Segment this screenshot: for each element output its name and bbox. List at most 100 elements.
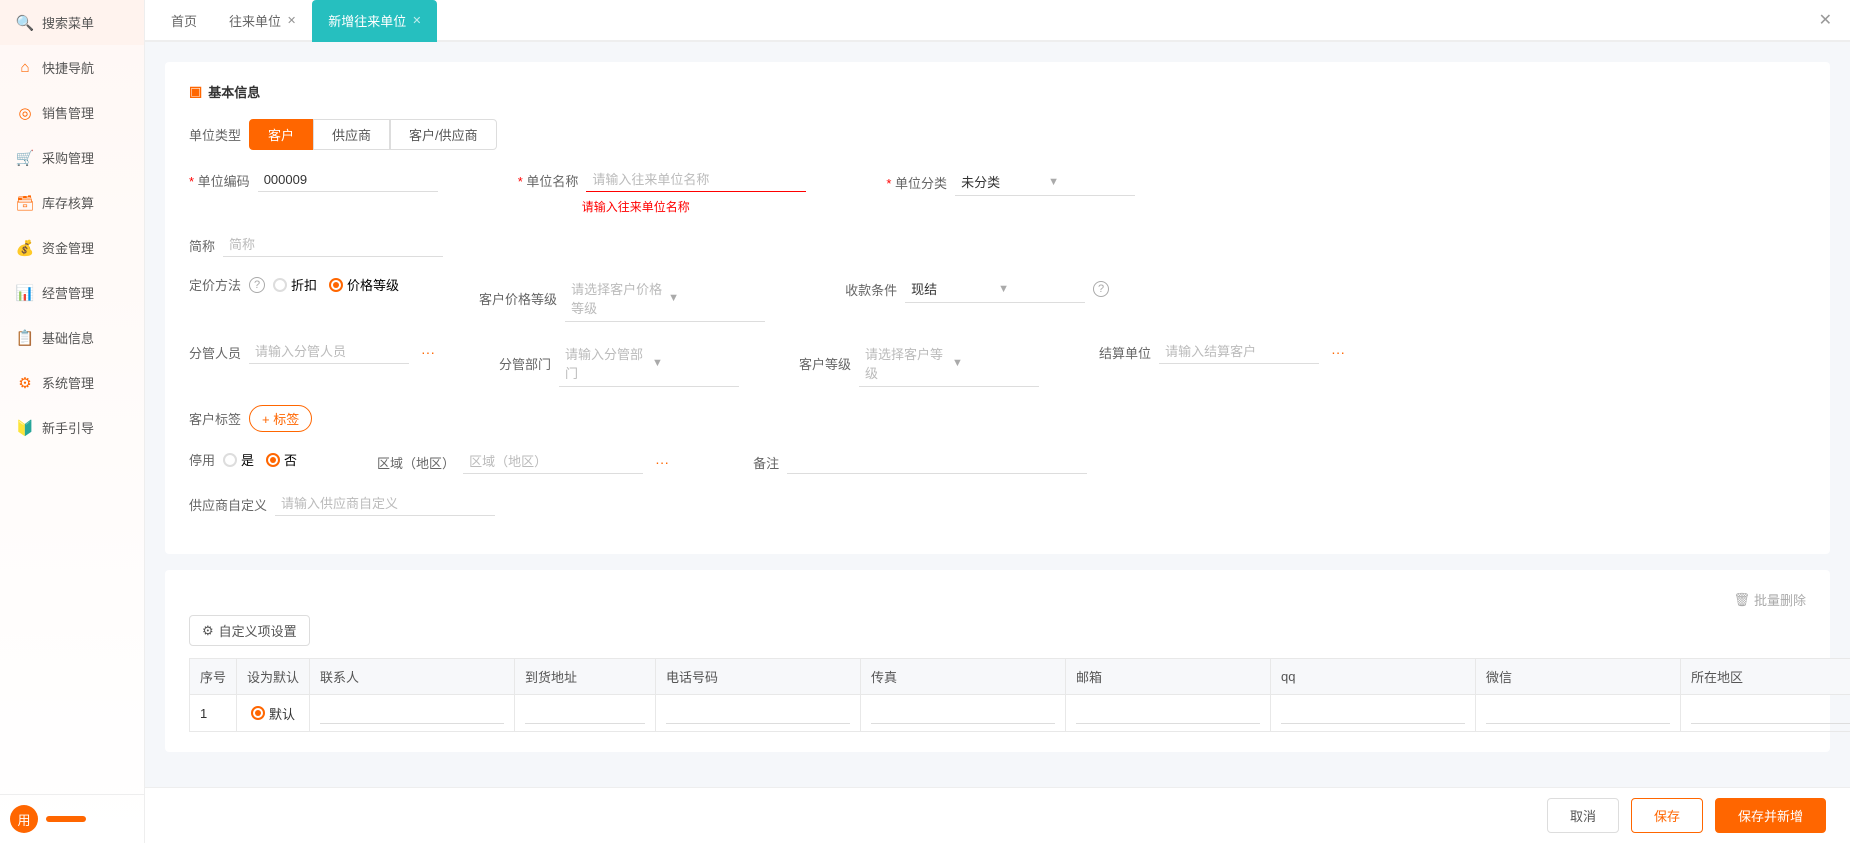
region-input[interactable]	[463, 450, 643, 474]
sidebar-search[interactable]: 🔍 搜索菜单	[0, 0, 144, 45]
pricing-row: 定价方法 ? 折扣 价格等级 客户价格等级	[189, 275, 1806, 322]
radio-circle-yes	[223, 453, 237, 467]
cancel-button[interactable]: 取消	[1547, 798, 1619, 833]
sidebar-item-purchase[interactable]: 🛒 采购管理	[0, 135, 144, 180]
col-wechat: 微信	[1476, 659, 1681, 695]
radio-discount[interactable]: 折扣	[273, 275, 317, 294]
sidebar-item-sales[interactable]: ◎ 销售管理	[0, 90, 144, 135]
tab-home[interactable]: 首页	[155, 0, 213, 42]
chevron-down-icon2: ▼	[668, 292, 759, 304]
settlement-input[interactable]	[1159, 340, 1319, 364]
short-name-input[interactable]	[223, 233, 443, 257]
save-button[interactable]: 保存	[1631, 798, 1703, 833]
sidebar-item-finance[interactable]: 💰 资金管理	[0, 225, 144, 270]
system-icon: ⚙	[16, 374, 34, 392]
short-name-label: 简称	[189, 236, 215, 255]
customer-level-field: 客户等级 请选择客户等级 ▼	[799, 340, 1039, 387]
pricing-method-label: 定价方法	[189, 275, 241, 294]
wechat-input[interactable]	[1486, 702, 1670, 724]
contact-input[interactable]	[320, 702, 504, 724]
table-row: 1 默认	[190, 695, 1850, 732]
sidebar-item-quick-nav[interactable]: ⌂ 快捷导航	[0, 45, 144, 90]
sidebar-item-system[interactable]: ⚙ 系统管理	[0, 360, 144, 405]
payment-terms-label: 收款条件	[845, 280, 897, 299]
cell-phone[interactable]	[656, 695, 861, 732]
type-buttons-group: 客户 供应商 客户/供应商	[249, 119, 497, 150]
department-label: 分管部门	[499, 354, 551, 373]
customer-price-level-select[interactable]: 请选择客户价格等级 ▼	[565, 275, 765, 322]
operations-icon: 📊	[16, 284, 34, 302]
address-input[interactable]	[525, 702, 645, 724]
department-select[interactable]: 请输入分管部门 ▼	[559, 340, 739, 387]
pricing-radio-group: 折扣 价格等级	[273, 275, 399, 294]
type-btn-supplier[interactable]: 供应商	[313, 119, 390, 150]
payment-terms-select[interactable]: 现结 ▼	[905, 275, 1085, 303]
customer-level-placeholder: 请选择客户等级	[865, 344, 946, 382]
add-tag-button[interactable]: + 标签	[249, 405, 312, 432]
help-icon-pricing[interactable]: ?	[249, 277, 265, 293]
sidebar-item-guide[interactable]: 🔰 新手引导	[0, 405, 144, 450]
sidebar-item-operations[interactable]: 📊 经营管理	[0, 270, 144, 315]
remark-input[interactable]	[787, 450, 1087, 474]
inventory-icon: 🗃	[16, 194, 34, 212]
unit-type-field: 单位类型 客户 供应商 客户/供应商	[189, 119, 497, 150]
supplier-custom-label: 供应商自定义	[189, 495, 267, 514]
cell-region[interactable]	[1681, 695, 1850, 732]
table-region-input[interactable]	[1691, 702, 1850, 724]
settlement-more-btn[interactable]: ···	[1327, 344, 1349, 360]
fax-input[interactable]	[871, 702, 1055, 724]
cell-email[interactable]	[1066, 695, 1271, 732]
unit-name-field: 单位名称 请输入往来单位名称	[518, 168, 807, 215]
batch-delete-button[interactable]: 🗑 批量删除	[1733, 590, 1806, 609]
cell-qq[interactable]	[1271, 695, 1476, 732]
col-region: 所在地区	[1681, 659, 1850, 695]
tab-new-partner-close[interactable]: ✕	[412, 14, 421, 27]
radio-circle-no	[266, 453, 280, 467]
cell-address[interactable]	[515, 695, 656, 732]
tab-new-partner[interactable]: 新增往来单位 ✕	[312, 0, 437, 42]
unit-category-field: 单位分类 未分类 ▼	[886, 168, 1135, 196]
unit-category-select[interactable]: 未分类 ▼	[955, 168, 1135, 196]
type-btn-customer[interactable]: 客户	[249, 119, 313, 150]
radio-circle-discount	[273, 278, 287, 292]
window-close-button[interactable]: ✕	[1811, 10, 1840, 30]
email-input[interactable]	[1076, 702, 1260, 724]
col-index: 序号	[190, 659, 237, 695]
cell-fax[interactable]	[861, 695, 1066, 732]
unit-code-label: 单位编码	[189, 171, 250, 190]
radio-price-level[interactable]: 价格等级	[329, 275, 399, 294]
sidebar-item-inventory[interactable]: 🗃 库存核算	[0, 180, 144, 225]
disabled-row: 停用 是 否 区域（地区）	[189, 450, 1806, 474]
unit-code-input[interactable]	[258, 168, 438, 192]
customer-price-level-field: 客户价格等级 请选择客户价格等级 ▼	[479, 275, 765, 322]
gear-icon: ⚙	[202, 623, 214, 639]
type-btn-both[interactable]: 客户/供应商	[390, 119, 497, 150]
unit-name-input[interactable]	[586, 168, 806, 192]
region-more-btn[interactable]: ···	[651, 454, 673, 470]
sidebar-item-basic[interactable]: 📋 基础信息	[0, 315, 144, 360]
customer-level-label: 客户等级	[799, 354, 851, 373]
customer-level-select[interactable]: 请选择客户等级 ▼	[859, 340, 1039, 387]
disabled-radio-group: 是 否	[223, 450, 297, 469]
cell-wechat[interactable]	[1476, 695, 1681, 732]
supplier-custom-input[interactable]	[275, 492, 495, 516]
radio-no[interactable]: 否	[266, 450, 297, 469]
phone-input[interactable]	[666, 702, 850, 724]
radio-default[interactable]: 默认	[247, 704, 299, 723]
manager-input[interactable]	[249, 340, 409, 364]
department-placeholder: 请输入分管部门	[565, 344, 646, 382]
chevron-down-icon: ▼	[1048, 176, 1129, 188]
tab-partner[interactable]: 往来单位 ✕	[213, 0, 312, 42]
supplier-custom-field: 供应商自定义	[189, 492, 495, 516]
section-icon: ▣	[189, 83, 202, 100]
tab-partner-close[interactable]: ✕	[287, 14, 296, 27]
cell-contact[interactable]	[310, 695, 515, 732]
trash-icon: 🗑	[1733, 592, 1750, 608]
help-icon-payment[interactable]: ?	[1093, 281, 1109, 297]
radio-yes[interactable]: 是	[223, 450, 254, 469]
custom-settings-button[interactable]: ⚙ 自定义项设置	[189, 615, 310, 646]
qq-input[interactable]	[1281, 702, 1465, 724]
manager-more-btn[interactable]: ···	[417, 344, 439, 360]
short-name-row: 简称	[189, 233, 1806, 257]
save-and-new-button[interactable]: 保存并新增	[1715, 798, 1826, 833]
